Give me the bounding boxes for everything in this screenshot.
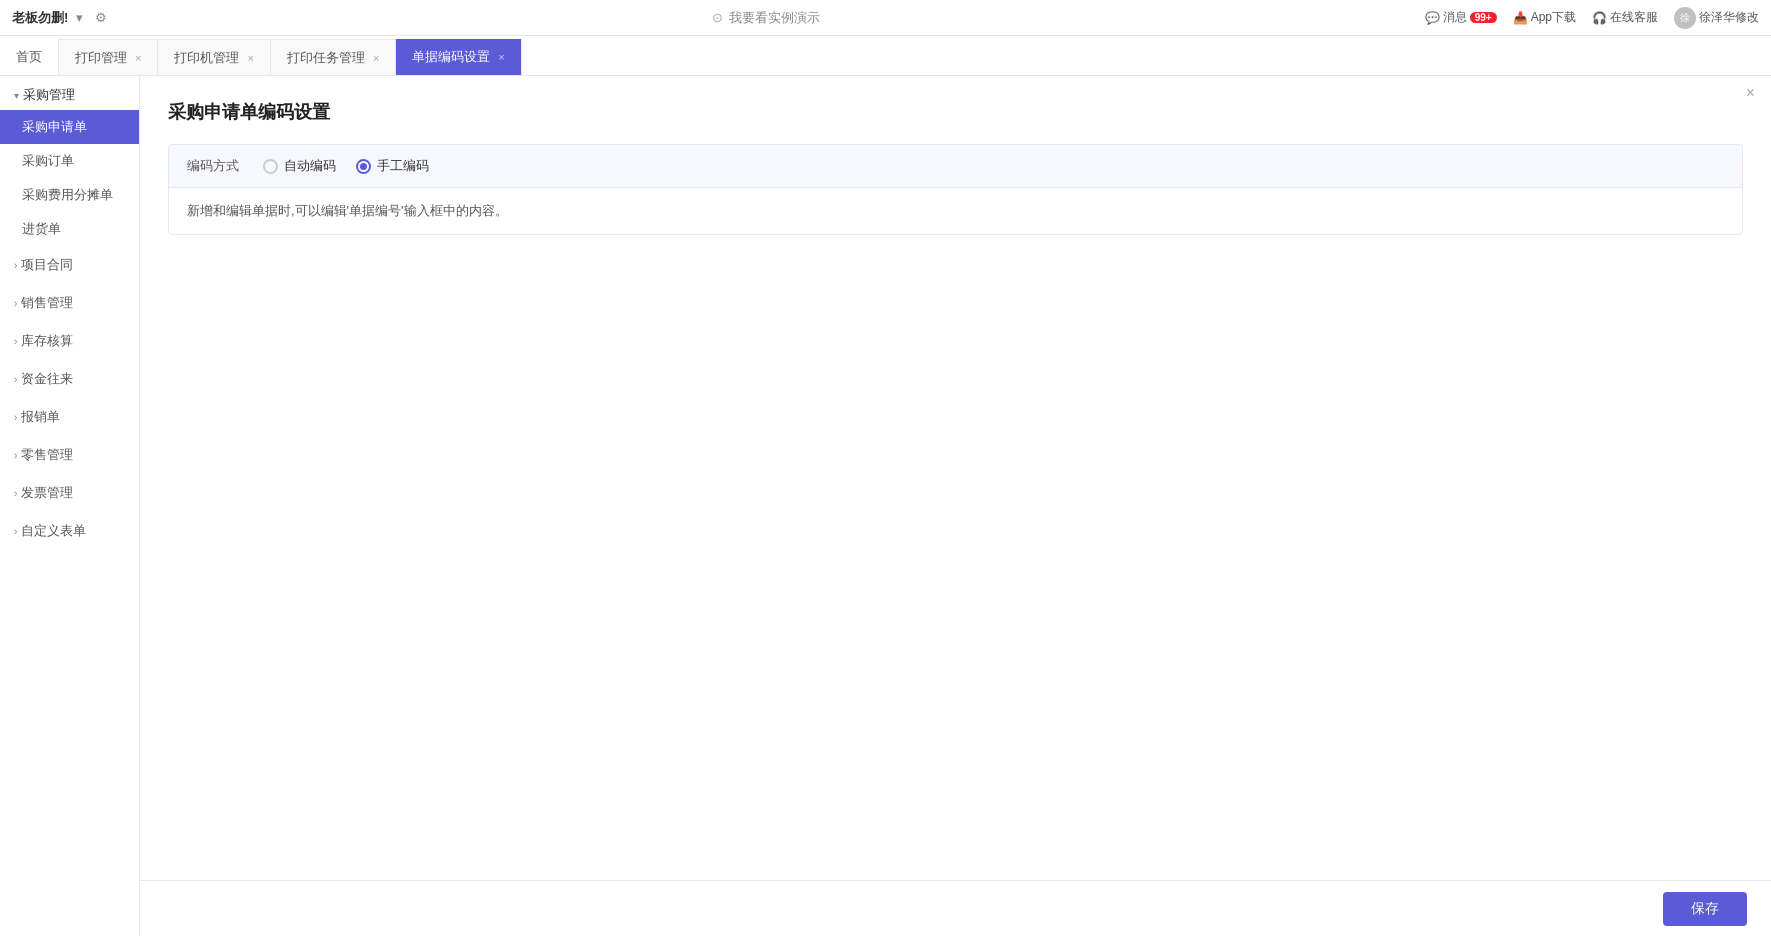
tab-encode-settings-label: 单据编码设置 xyxy=(412,48,490,66)
headset-icon xyxy=(1592,11,1607,25)
sidebar-group-purchase: ▾ 采购管理 采购申请单 采购订单 采购费用分摊单 进货单 xyxy=(0,76,139,246)
sidebar-item-label-purchase-request: 采购申请单 xyxy=(22,119,87,134)
sidebar-item-expense[interactable]: › 报销单 xyxy=(0,398,139,436)
content-area: 采购申请单编码设置 编码方式 自动编码 手工编码 xyxy=(140,76,1771,279)
sidebar-group-label-purchase: 采购管理 xyxy=(23,86,75,104)
radio-auto-circle xyxy=(263,159,278,174)
sidebar-arrow-custom: › xyxy=(14,526,17,537)
sidebar-item-retail[interactable]: › 零售管理 xyxy=(0,436,139,474)
sidebar-label-inventory: 库存核算 xyxy=(21,332,73,350)
encode-label: 编码方式 xyxy=(187,157,239,175)
download-icon xyxy=(1513,11,1528,25)
sidebar-label-retail: 零售管理 xyxy=(21,446,73,464)
sidebar-item-invoice[interactable]: › 发票管理 xyxy=(0,474,139,512)
sidebar-arrow-invoice: › xyxy=(14,488,17,499)
tab-encode-settings-close[interactable]: × xyxy=(498,51,504,63)
demo-icon: ⊙ xyxy=(712,10,723,25)
message-badge: 99+ xyxy=(1470,12,1497,23)
sidebar-label-custom-form: 自定义表单 xyxy=(21,522,86,540)
radio-manual-circle xyxy=(356,159,371,174)
sidebar-label-expense: 报销单 xyxy=(21,408,60,426)
encode-section: 编码方式 自动编码 手工编码 新增和编辑单据时,可以编辑'单据编号'输入框中的内… xyxy=(168,144,1743,235)
sidebar-item-sales[interactable]: › 销售管理 xyxy=(0,284,139,322)
radio-manual-code[interactable]: 手工编码 xyxy=(356,157,429,175)
sidebar-item-label-stock-in: 进货单 xyxy=(22,221,61,236)
demo-prompt[interactable]: 我要看实例演示 xyxy=(729,9,820,27)
app-download-label: App下载 xyxy=(1531,9,1576,26)
sidebar-arrow-retail: › xyxy=(14,450,17,461)
sidebar-label-sales: 销售管理 xyxy=(21,294,73,312)
gear-icon[interactable] xyxy=(95,10,107,25)
sidebar-item-purchase-expense[interactable]: 采购费用分摊单 xyxy=(0,178,139,212)
sidebar-item-label-purchase-order: 采购订单 xyxy=(22,153,74,168)
top-bar-right: 消息 99+ App下载 在线客服 徐 徐泽华修改 xyxy=(1425,7,1759,29)
page-close-button[interactable]: × xyxy=(1746,84,1755,102)
message-item[interactable]: 消息 99+ xyxy=(1425,9,1497,26)
dropdown-icon[interactable] xyxy=(76,10,83,25)
sidebar-item-finance[interactable]: › 资金往来 xyxy=(0,360,139,398)
tab-print-task-label: 打印任务管理 xyxy=(287,49,365,67)
sidebar-arrow-expense: › xyxy=(14,412,17,423)
radio-auto-label: 自动编码 xyxy=(284,157,336,175)
sidebar-label-invoice: 发票管理 xyxy=(21,484,73,502)
tab-encode-settings[interactable]: 单据编码设置 × xyxy=(396,39,521,75)
main-content: × 采购申请单编码设置 编码方式 自动编码 手工编码 xyxy=(140,76,1771,936)
logo-text: 老板勿删! xyxy=(12,9,68,27)
top-bar-left: 老板勿删! xyxy=(12,9,107,27)
sidebar-arrow-project: › xyxy=(14,260,17,271)
sidebar-label-project-contract: 项目合同 xyxy=(21,256,73,274)
online-service-label: 在线客服 xyxy=(1610,9,1658,26)
sidebar-item-project-contract[interactable]: › 项目合同 xyxy=(0,246,139,284)
top-bar-center: ⊙ 我要看实例演示 xyxy=(712,9,820,27)
sidebar-group-arrow-purchase: ▾ xyxy=(14,90,19,101)
tab-home-label: 首页 xyxy=(16,48,42,66)
app-download-item[interactable]: App下载 xyxy=(1513,9,1576,26)
top-bar: 老板勿删! ⊙ 我要看实例演示 消息 99+ App下载 在线客服 徐 徐泽华修… xyxy=(0,0,1771,36)
online-service-item[interactable]: 在线客服 xyxy=(1592,9,1658,26)
radio-manual-label: 手工编码 xyxy=(377,157,429,175)
tab-bar: 首页 打印管理 × 打印机管理 × 打印任务管理 × 单据编码设置 × xyxy=(0,36,1771,76)
tab-printer-management-close[interactable]: × xyxy=(247,52,253,64)
hint-text: 新增和编辑单据时,可以编辑'单据编号'输入框中的内容。 xyxy=(169,188,1742,234)
sidebar-item-stock-in[interactable]: 进货单 xyxy=(0,212,139,246)
sidebar-item-custom-form[interactable]: › 自定义表单 xyxy=(0,512,139,550)
tab-print-task-close[interactable]: × xyxy=(373,52,379,64)
sidebar-item-label-purchase-expense: 采购费用分摊单 xyxy=(22,187,113,202)
encode-header: 编码方式 自动编码 手工编码 xyxy=(169,145,1742,188)
radio-auto-code[interactable]: 自动编码 xyxy=(263,157,336,175)
tab-printer-management-label: 打印机管理 xyxy=(174,49,239,67)
user-item[interactable]: 徐 徐泽华修改 xyxy=(1674,7,1759,29)
avatar: 徐 xyxy=(1674,7,1696,29)
footer: 保存 xyxy=(140,880,1771,936)
sidebar: ▾ 采购管理 采购申请单 采购订单 采购费用分摊单 进货单 › 项目合同 › 销… xyxy=(0,76,140,936)
layout: ▾ 采购管理 采购申请单 采购订单 采购费用分摊单 进货单 › 项目合同 › 销… xyxy=(0,76,1771,936)
tab-print-management[interactable]: 打印管理 × xyxy=(59,39,158,75)
sidebar-item-inventory[interactable]: › 库存核算 xyxy=(0,322,139,360)
sidebar-arrow-sales: › xyxy=(14,298,17,309)
message-label: 消息 xyxy=(1443,9,1467,26)
sidebar-item-purchase-order[interactable]: 采购订单 xyxy=(0,144,139,178)
tab-print-task[interactable]: 打印任务管理 × xyxy=(271,39,396,75)
sidebar-arrow-inventory: › xyxy=(14,336,17,347)
sidebar-group-title-purchase[interactable]: ▾ 采购管理 xyxy=(0,76,139,110)
message-icon xyxy=(1425,11,1440,25)
tab-printer-management[interactable]: 打印机管理 × xyxy=(158,39,270,75)
tab-print-management-close[interactable]: × xyxy=(135,52,141,64)
username: 徐泽华修改 xyxy=(1699,9,1759,26)
sidebar-label-finance: 资金往来 xyxy=(21,370,73,388)
tab-print-management-label: 打印管理 xyxy=(75,49,127,67)
sidebar-item-purchase-request[interactable]: 采购申请单 xyxy=(0,110,139,144)
tab-home[interactable]: 首页 xyxy=(0,39,59,75)
page-title: 采购申请单编码设置 xyxy=(168,100,1743,124)
radio-group: 自动编码 手工编码 xyxy=(263,157,429,175)
sidebar-arrow-finance: › xyxy=(14,374,17,385)
save-button[interactable]: 保存 xyxy=(1663,892,1747,926)
